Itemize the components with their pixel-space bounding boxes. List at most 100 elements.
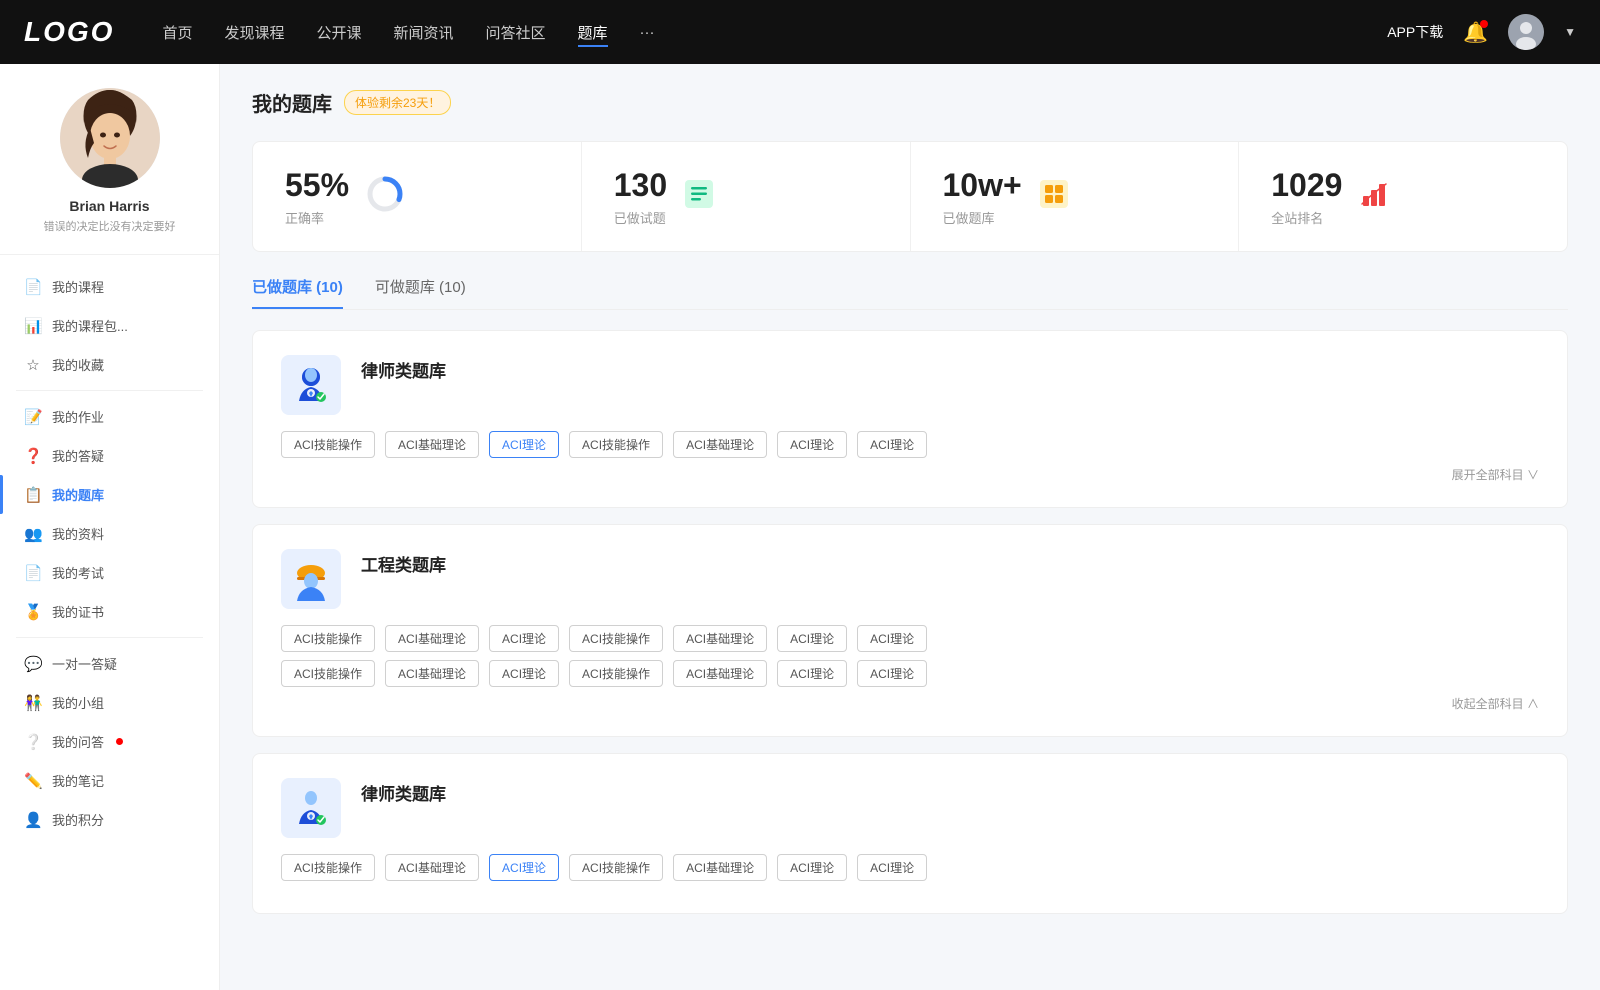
bar-chart-icon <box>1358 178 1390 215</box>
nav-qbank[interactable]: 题库 <box>578 18 608 47</box>
tag[interactable]: ACI基础理论 <box>673 660 767 687</box>
points-icon: 👤 <box>24 811 42 829</box>
tag[interactable]: ACI技能操作 <box>281 854 375 881</box>
cert-icon: 🏅 <box>24 603 42 621</box>
qbank-card-1: 律师类题库 ACI技能操作 ACI基础理论 ACI理论 ACI技能操作 ACI基… <box>252 330 1568 508</box>
tag[interactable]: ACI基础理论 <box>385 431 479 458</box>
expand-link-1[interactable]: 展开全部科目 ∨ <box>281 466 1539 483</box>
page-layout: Brian Harris 错误的决定比没有决定要好 📄 我的课程 📊 我的课程包… <box>0 64 1600 990</box>
sidebar-item-questions[interactable]: ❔ 我的问答 <box>0 722 219 761</box>
tag[interactable]: ACI理论 <box>857 625 927 652</box>
stat-rank-value: 1029 <box>1271 166 1342 204</box>
navbar-menu: 首页 发现课程 公开课 新闻资讯 问答社区 题库 ··· <box>162 18 1387 47</box>
tag[interactable]: ACI技能操作 <box>569 625 663 652</box>
tag[interactable]: ACI理论 <box>857 660 927 687</box>
tag[interactable]: ACI理论 <box>857 854 927 881</box>
stat-done-questions-label: 已做试题 <box>614 208 667 227</box>
tags-row-3: ACI技能操作 ACI基础理论 ACI理论 ACI技能操作 ACI基础理论 AC… <box>281 854 1539 881</box>
nav-more[interactable]: ··· <box>640 20 655 45</box>
sidebar-item-label: 我的考试 <box>52 563 104 582</box>
tag[interactable]: ACI理论 <box>777 625 847 652</box>
qbank-icon: 📋 <box>24 486 42 504</box>
tab-done-banks[interactable]: 已做题库 (10) <box>252 276 343 309</box>
stat-done-banks-value: 10w+ <box>943 166 1022 204</box>
sidebar-item-label: 我的课程包... <box>52 316 128 335</box>
sidebar-item-notes[interactable]: ✏️ 我的笔记 <box>0 761 219 800</box>
star-icon: ☆ <box>24 356 42 374</box>
sidebar-item-group[interactable]: 👫 我的小组 <box>0 683 219 722</box>
nav-discover[interactable]: 发现课程 <box>224 18 284 47</box>
tag[interactable]: ACI基础理论 <box>673 625 767 652</box>
page-title: 我的题库 <box>252 88 332 117</box>
tag[interactable]: ACI技能操作 <box>281 660 375 687</box>
sidebar-item-label: 我的题库 <box>52 485 104 504</box>
tag[interactable]: ACI技能操作 <box>569 854 663 881</box>
tag[interactable]: ACI技能操作 <box>281 625 375 652</box>
chat-icon: 💬 <box>24 655 42 673</box>
tag[interactable]: ACI理论 <box>777 431 847 458</box>
sidebar-nav: 📄 我的课程 📊 我的课程包... ☆ 我的收藏 📝 我的作业 ❓ 我的答疑 � <box>0 267 219 839</box>
sidebar-item-my-course[interactable]: 📄 我的课程 <box>0 267 219 306</box>
tag[interactable]: ACI基础理论 <box>673 854 767 881</box>
tag[interactable]: ACI基础理论 <box>385 854 479 881</box>
page-title-row: 我的题库 体验剩余23天！ <box>252 88 1568 117</box>
sidebar-item-1on1[interactable]: 💬 一对一答疑 <box>0 644 219 683</box>
sidebar-item-label: 我的答疑 <box>52 446 104 465</box>
tag[interactable]: ACI理论 <box>777 660 847 687</box>
tag[interactable]: ACI技能操作 <box>569 431 663 458</box>
app-download-button[interactable]: APP下载 <box>1387 22 1443 42</box>
tags-row-2b: ACI技能操作 ACI基础理论 ACI理论 ACI技能操作 ACI基础理论 AC… <box>281 660 1539 687</box>
question-icon: ❔ <box>24 733 42 751</box>
tag[interactable]: ACI基础理论 <box>385 625 479 652</box>
sidebar-item-label: 我的积分 <box>52 810 104 829</box>
profile-motto: 错误的决定比没有决定要好 <box>44 218 176 234</box>
exam-icon: 📄 <box>24 564 42 582</box>
sidebar-item-cert[interactable]: 🏅 我的证书 <box>0 592 219 631</box>
stats-row: 55% 正确率 130 已做试题 <box>252 141 1568 252</box>
sidebar-item-exam[interactable]: 📄 我的考试 <box>0 553 219 592</box>
stat-correct-rate-label: 正确率 <box>285 208 349 227</box>
tag[interactable]: ACI基础理论 <box>385 660 479 687</box>
tag[interactable]: ACI理论 <box>857 431 927 458</box>
sidebar-item-course-package[interactable]: 📊 我的课程包... <box>0 306 219 345</box>
tags-row-1: ACI技能操作 ACI基础理论 ACI理论 ACI技能操作 ACI基础理论 AC… <box>281 431 1539 458</box>
tag-active[interactable]: ACI理论 <box>489 854 559 881</box>
nav-qa[interactable]: 问答社区 <box>486 18 546 47</box>
stat-correct-rate-value: 55% <box>285 166 349 204</box>
profile-avatar <box>60 88 160 188</box>
question-dot <box>116 738 123 745</box>
sidebar-divider-2 <box>16 637 203 638</box>
tag[interactable]: ACI基础理论 <box>673 431 767 458</box>
profile-icon: 👥 <box>24 525 42 543</box>
tag[interactable]: ACI理论 <box>777 854 847 881</box>
sidebar-item-homework[interactable]: 📝 我的作业 <box>0 397 219 436</box>
tab-available-banks[interactable]: 可做题库 (10) <box>375 276 466 309</box>
tag[interactable]: ACI技能操作 <box>281 431 375 458</box>
sidebar-item-label: 一对一答疑 <box>52 654 117 673</box>
nav-news[interactable]: 新闻资讯 <box>394 18 454 47</box>
nav-open-course[interactable]: 公开课 <box>316 18 361 47</box>
tag[interactable]: ACI理论 <box>489 660 559 687</box>
nav-home[interactable]: 首页 <box>162 18 192 47</box>
lawyer-bank-icon <box>281 355 341 415</box>
tags-row-2a: ACI技能操作 ACI基础理论 ACI理论 ACI技能操作 ACI基础理论 AC… <box>281 625 1539 652</box>
qbank-header-3: 律师类题库 <box>281 778 1539 838</box>
qbank-title-1: 律师类题库 <box>361 355 446 389</box>
avatar-dropdown-icon[interactable]: ▼ <box>1564 25 1576 39</box>
avatar[interactable] <box>1508 14 1544 50</box>
tag[interactable]: ACI理论 <box>489 625 559 652</box>
tag[interactable]: ACI技能操作 <box>569 660 663 687</box>
profile-name: Brian Harris <box>69 198 149 214</box>
sidebar-item-qa[interactable]: ❓ 我的答疑 <box>0 436 219 475</box>
expand-link-2[interactable]: 收起全部科目 ∧ <box>281 695 1539 712</box>
sidebar-item-points[interactable]: 👤 我的积分 <box>0 800 219 839</box>
sidebar-item-label: 我的资料 <box>52 524 104 543</box>
trial-badge: 体验剩余23天！ <box>344 90 451 115</box>
sidebar-item-favorites[interactable]: ☆ 我的收藏 <box>0 345 219 384</box>
stat-done-questions-value: 130 <box>614 166 667 204</box>
sidebar-item-qbank[interactable]: 📋 我的题库 <box>0 475 219 514</box>
tag-active[interactable]: ACI理论 <box>489 431 559 458</box>
notification-bell-icon[interactable]: 🔔 <box>1463 20 1488 45</box>
sidebar-item-profile[interactable]: 👥 我的资料 <box>0 514 219 553</box>
sidebar-item-label: 我的小组 <box>52 693 104 712</box>
